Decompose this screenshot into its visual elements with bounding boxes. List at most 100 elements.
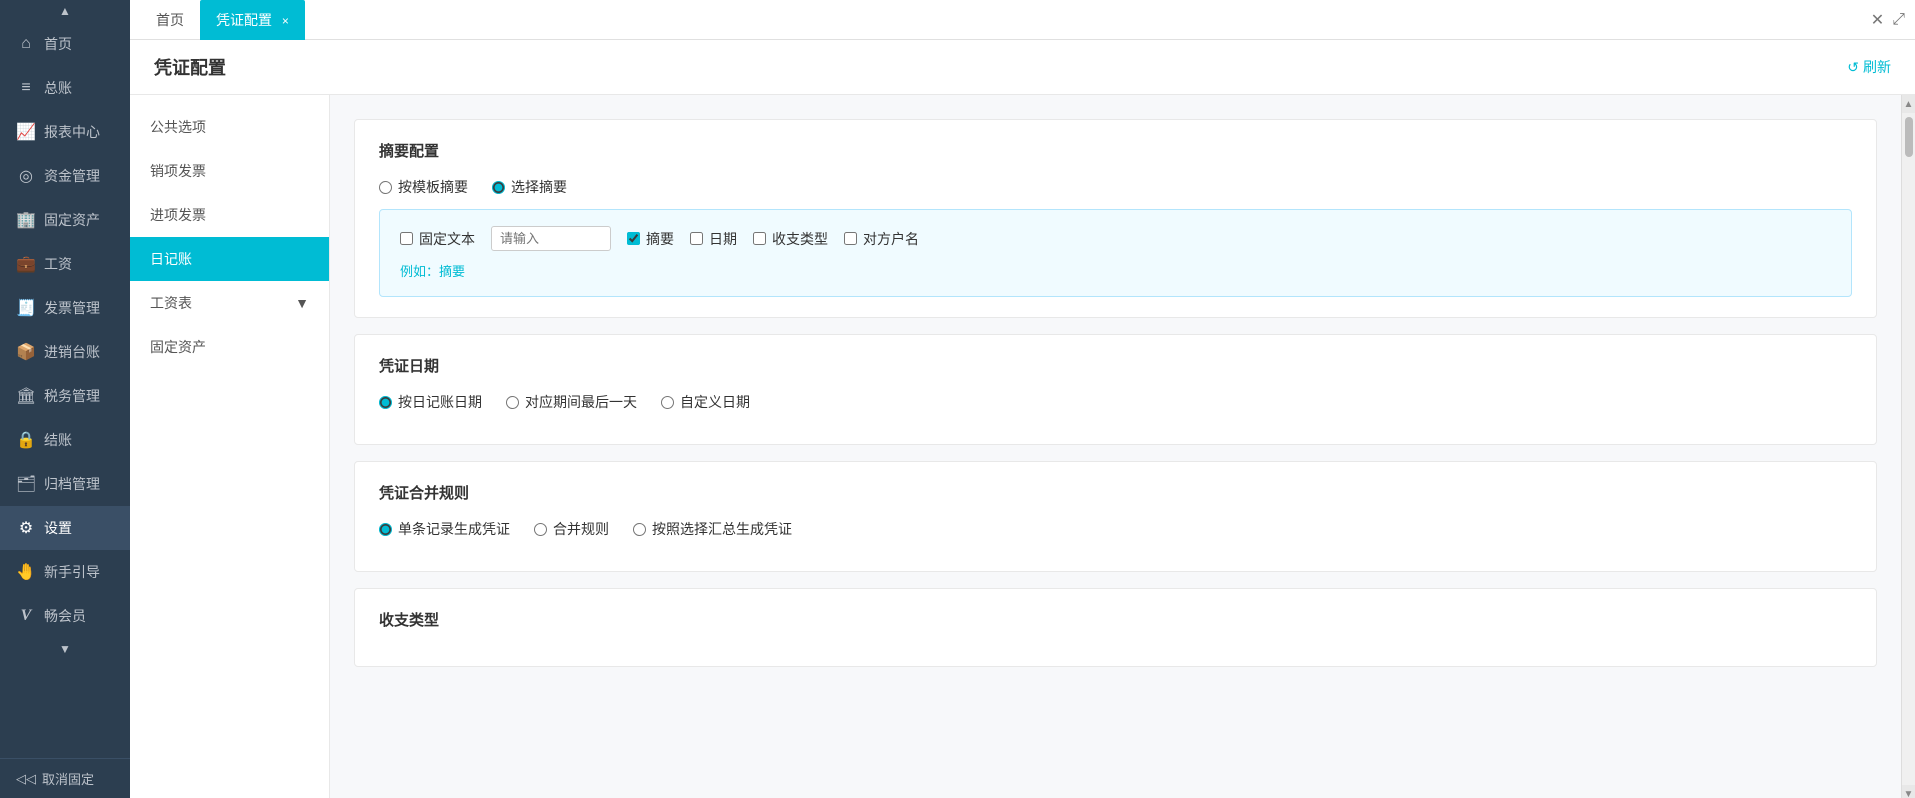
radio-select-summary-input[interactable] (492, 181, 505, 194)
refresh-icon: ↺ (1847, 59, 1859, 76)
sidebar-unpin-btn[interactable]: ◁◁ 取消固定 (0, 758, 130, 798)
checkbox-summary-input[interactable] (627, 232, 640, 245)
merge-section: 凭证合并规则 单条记录生成凭证 合并规则 按照选择汇总生成凭证 (354, 461, 1877, 572)
summary-radio-group: 按模板摘要 选择摘要 (379, 177, 1852, 197)
right-content: 摘要配置 按模板摘要 选择摘要 (330, 95, 1901, 798)
ledger-icon: ≡ (16, 79, 36, 97)
refresh-btn[interactable]: ↺ 刷新 (1847, 57, 1891, 77)
income-type-title: 收支类型 (379, 609, 1852, 630)
main-area: 首页 凭证配置 × ✕ ⤢ 凭证配置 ↺ 刷新 公共选项 (130, 0, 1915, 798)
left-nav-item-journal[interactable]: 日记账 (130, 237, 329, 281)
sidebar: ▲ ⌂ 首页 ≡ 总账 📈 报表中心 ◎ 资金管理 🏢 固定资产 💼 工资 🧾 … (0, 0, 130, 798)
invoices-icon: 🧾 (16, 298, 36, 318)
closing-icon: 🔒 (16, 430, 36, 450)
radio-by-journal-date-input[interactable] (379, 396, 392, 409)
fixed-text-input[interactable] (491, 226, 611, 251)
sidebar-item-tax[interactable]: 🏛 税务管理 (0, 374, 130, 418)
guide-icon: 🤚 (16, 562, 36, 582)
merge-radio-group: 单条记录生成凭证 合并规则 按照选择汇总生成凭证 (379, 519, 1852, 539)
checkbox-counterpart[interactable]: 对方户名 (844, 229, 919, 249)
radio-custom-date[interactable]: 自定义日期 (661, 392, 750, 412)
summary-config-box: 固定文本 摘要 日期 (379, 209, 1852, 297)
checkbox-income-type-input[interactable] (753, 232, 766, 245)
date-section: 凭证日期 按日记账日期 对应期间最后一天 自定义日期 (354, 334, 1877, 445)
sidebar-item-ledger[interactable]: ≡ 总账 (0, 66, 130, 110)
checkbox-fixed-text[interactable]: 固定文本 (400, 229, 475, 249)
checkbox-summary[interactable]: 摘要 (627, 229, 674, 249)
page-header: 凭证配置 ↺ 刷新 (130, 40, 1915, 95)
unpin-icon: ◁◁ (16, 771, 36, 787)
checkbox-income-type[interactable]: 收支类型 (753, 229, 828, 249)
purchase-icon: 📦 (16, 342, 36, 362)
tab-home[interactable]: 首页 (140, 0, 200, 40)
left-nav-item-public[interactable]: 公共选项 (130, 105, 329, 149)
assets-icon: 🏢 (16, 210, 36, 230)
sidebar-item-settings[interactable]: ⚙ 设置 (0, 506, 130, 550)
radio-by-selection-input[interactable] (633, 523, 646, 536)
radio-by-journal-date[interactable]: 按日记账日期 (379, 392, 482, 412)
scroll-up-btn[interactable]: ▲ (1902, 95, 1915, 113)
date-radio-group: 按日记账日期 对应期间最后一天 自定义日期 (379, 392, 1852, 412)
summary-preview: 例如：摘要 (400, 261, 1831, 280)
radio-merge-rule-input[interactable] (534, 523, 547, 536)
radio-select-summary[interactable]: 选择摘要 (492, 177, 567, 197)
archive-icon: 🗂 (16, 474, 36, 494)
summary-section: 摘要配置 按模板摘要 选择摘要 (354, 119, 1877, 318)
sidebar-item-invoices[interactable]: 🧾 发票管理 (0, 286, 130, 330)
radio-merge-rule[interactable]: 合并规则 (534, 519, 609, 539)
left-nav-item-sales[interactable]: 销项发票 (130, 149, 329, 193)
tab-close-btn[interactable]: × (282, 14, 289, 28)
sidebar-item-assets[interactable]: 🏢 固定资产 (0, 198, 130, 242)
sidebar-item-guide[interactable]: 🤚 新手引导 (0, 550, 130, 594)
sidebar-scroll-up[interactable]: ▲ (0, 0, 130, 22)
chevron-down-icon: ▼ (295, 295, 309, 311)
merge-section-title: 凭证合并规则 (379, 482, 1852, 503)
sidebar-item-home[interactable]: ⌂ 首页 (0, 22, 130, 66)
window-close-icon[interactable]: ✕ (1871, 10, 1884, 30)
radio-single-record[interactable]: 单条记录生成凭证 (379, 519, 510, 539)
funds-icon: ◎ (16, 166, 36, 186)
left-nav: 公共选项 销项发票 进项发票 日记账 工资表 ▼ 固定资产 (130, 95, 330, 798)
radio-custom-date-input[interactable] (661, 396, 674, 409)
sidebar-item-vip[interactable]: V 畅会员 (0, 594, 130, 638)
checkbox-counterpart-input[interactable] (844, 232, 857, 245)
radio-single-record-input[interactable] (379, 523, 392, 536)
window-resize-icon[interactable]: ⤢ (1892, 11, 1905, 29)
tab-voucher-config[interactable]: 凭证配置 × (200, 0, 305, 40)
page-content: 凭证配置 ↺ 刷新 公共选项 销项发票 进项发票 日记账 (130, 40, 1915, 798)
home-icon: ⌂ (16, 35, 36, 53)
scroll-track: ▲ ▼ (1901, 95, 1915, 798)
tab-bar: 首页 凭证配置 × ✕ ⤢ (130, 0, 1915, 40)
radio-by-selection[interactable]: 按照选择汇总生成凭证 (633, 519, 792, 539)
sidebar-item-funds[interactable]: ◎ 资金管理 (0, 154, 130, 198)
left-nav-item-payroll-table[interactable]: 工资表 ▼ (130, 281, 329, 325)
sidebar-item-closing[interactable]: 🔒 结账 (0, 418, 130, 462)
radio-last-day-input[interactable] (506, 396, 519, 409)
radio-by-template-input[interactable] (379, 181, 392, 194)
scroll-down-btn[interactable]: ▼ (1902, 785, 1915, 798)
left-nav-item-fixed-assets[interactable]: 固定资产 (130, 325, 329, 369)
summary-section-title: 摘要配置 (379, 140, 1852, 161)
content-body: 公共选项 销项发票 进项发票 日记账 工资表 ▼ 固定资产 (130, 95, 1915, 798)
sidebar-item-purchase[interactable]: 📦 进销台账 (0, 330, 130, 374)
vip-icon: V (16, 607, 36, 625)
checkbox-date[interactable]: 日期 (690, 229, 737, 249)
tax-icon: 🏛 (16, 386, 36, 406)
reports-icon: 📈 (16, 122, 36, 142)
summary-options-row: 固定文本 摘要 日期 (400, 226, 1831, 251)
payroll-icon: 💼 (16, 254, 36, 274)
tab-bar-right: ✕ ⤢ (1871, 10, 1905, 30)
radio-by-template[interactable]: 按模板摘要 (379, 177, 468, 197)
checkbox-date-input[interactable] (690, 232, 703, 245)
sidebar-item-payroll[interactable]: 💼 工资 (0, 242, 130, 286)
checkbox-fixed-text-input[interactable] (400, 232, 413, 245)
scroll-thumb[interactable] (1905, 117, 1913, 157)
left-nav-item-purchase-inv[interactable]: 进项发票 (130, 193, 329, 237)
radio-last-day[interactable]: 对应期间最后一天 (506, 392, 637, 412)
income-type-section: 收支类型 (354, 588, 1877, 667)
sidebar-item-reports[interactable]: 📈 报表中心 (0, 110, 130, 154)
sidebar-item-archive[interactable]: 🗂 归档管理 (0, 462, 130, 506)
date-section-title: 凭证日期 (379, 355, 1852, 376)
page-title: 凭证配置 (154, 54, 226, 80)
sidebar-scroll-down[interactable]: ▼ (0, 638, 130, 660)
